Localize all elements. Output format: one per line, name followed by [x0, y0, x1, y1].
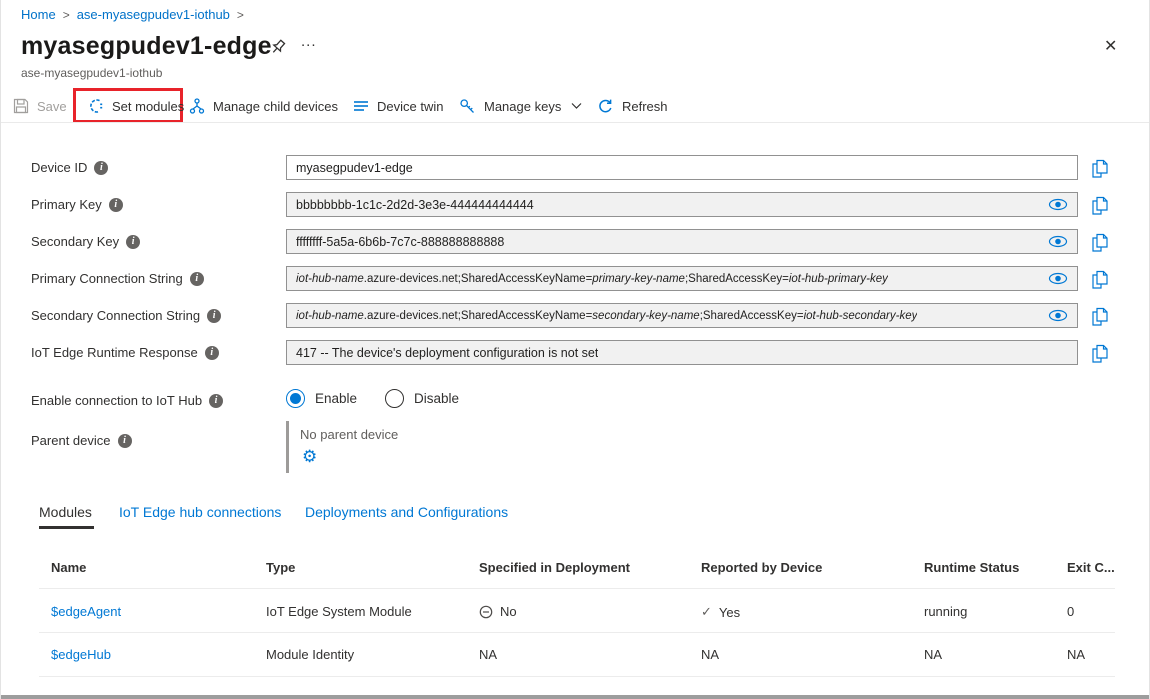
parent-device-label: Parent device — [31, 428, 132, 453]
col-header-specified-in-deployment: Specified in Deployment — [479, 560, 630, 575]
copy-icon[interactable] — [1091, 233, 1109, 253]
eye-icon[interactable] — [1048, 272, 1068, 285]
window-bottom-edge — [1, 695, 1150, 699]
key-icon — [459, 98, 476, 115]
primary-connection-string-label: Primary Connection String — [31, 266, 204, 291]
primary-connection-string-input[interactable]: iot-hub-name.azure-devices.net;SharedAcc… — [286, 266, 1078, 291]
eye-icon[interactable] — [1048, 309, 1068, 322]
device-twin-button[interactable]: Device twin — [353, 90, 443, 122]
more-menu-button[interactable]: ... — [301, 33, 317, 50]
set-modules-label: Set modules — [112, 99, 184, 114]
copy-icon[interactable] — [1091, 307, 1109, 327]
breadcrumb: Home > ase-myasegpudev1-iothub > — [21, 7, 244, 22]
module-link-edgehub[interactable]: $edgeHub — [51, 647, 111, 662]
refresh-icon — [597, 98, 614, 115]
breadcrumb-iothub-link[interactable]: ase-myasegpudev1-iothub — [77, 7, 230, 22]
set-modules-button[interactable]: Set modules — [87, 90, 184, 122]
info-icon[interactable] — [190, 272, 204, 286]
page-subtitle: ase-myasegpudev1-iothub — [21, 66, 162, 80]
hierarchy-icon — [189, 98, 205, 114]
iot-edge-icon — [87, 98, 104, 114]
enable-connection-radio-group: Enable Disable — [286, 389, 477, 408]
save-label: Save — [37, 99, 67, 114]
info-icon[interactable] — [205, 346, 219, 360]
info-icon[interactable] — [94, 161, 108, 175]
manage-keys-button[interactable]: Manage keys — [459, 90, 582, 122]
checkmark-icon: ✓ — [701, 604, 712, 620]
device-detail-page: Home > ase-myasegpudev1-iothub > myasegp… — [0, 0, 1150, 699]
info-icon[interactable] — [126, 235, 140, 249]
info-icon[interactable] — [207, 309, 221, 323]
copy-icon[interactable] — [1091, 344, 1109, 364]
enable-radio[interactable] — [286, 389, 305, 408]
device-id-label: Device ID — [31, 155, 108, 180]
parent-device-bar — [286, 421, 289, 473]
module-link-edgeagent[interactable]: $edgeAgent — [51, 604, 121, 619]
active-tab-underline — [39, 526, 94, 529]
disable-radio-label: Disable — [414, 391, 459, 406]
breadcrumb-separator: > — [63, 8, 70, 22]
col-header-type: Type — [266, 560, 295, 575]
refresh-label: Refresh — [622, 99, 668, 114]
iot-edge-runtime-response-label: IoT Edge Runtime Response — [31, 340, 219, 365]
table-divider — [39, 588, 1115, 589]
chevron-down-icon — [571, 102, 582, 110]
device-twin-label: Device twin — [377, 99, 443, 114]
disable-radio[interactable] — [385, 389, 404, 408]
toolbar-divider — [1, 122, 1150, 123]
enable-radio-label: Enable — [315, 391, 357, 406]
iot-edge-runtime-response-input[interactable]: 417 -- The device's deployment configura… — [286, 340, 1078, 365]
table-divider — [39, 632, 1115, 633]
gear-icon[interactable]: ⚙ — [302, 448, 317, 465]
breadcrumb-separator: > — [237, 8, 244, 22]
primary-key-label: Primary Key — [31, 192, 123, 217]
enable-connection-label: Enable connection to IoT Hub — [31, 388, 223, 413]
copy-icon[interactable] — [1091, 159, 1109, 179]
close-icon[interactable]: ✕ — [1104, 36, 1117, 56]
device-id-input[interactable]: myasegpudev1-edge — [286, 155, 1078, 180]
col-header-runtime-status: Runtime Status — [924, 560, 1019, 575]
tab-modules[interactable]: Modules — [39, 504, 92, 520]
col-header-name: Name — [51, 560, 86, 575]
primary-key-input[interactable]: bbbbbbbb-1c1c-2d2d-3e3e-444444444444 — [286, 192, 1078, 217]
pin-icon[interactable] — [269, 38, 289, 58]
tab-deployments-and-configurations[interactable]: Deployments and Configurations — [305, 504, 508, 520]
manage-keys-label: Manage keys — [484, 99, 561, 114]
secondary-key-label: Secondary Key — [31, 229, 140, 254]
eye-icon[interactable] — [1048, 235, 1068, 248]
manage-child-devices-button[interactable]: Manage child devices — [189, 90, 338, 122]
list-icon — [353, 99, 369, 113]
table-divider — [39, 676, 1115, 677]
secondary-key-input[interactable]: ffffffff-5a5a-6b6b-7c7c-888888888888 — [286, 229, 1078, 254]
manage-child-devices-label: Manage child devices — [213, 99, 338, 114]
secondary-connection-string-label: Secondary Connection String — [31, 303, 221, 328]
breadcrumb-home-link[interactable]: Home — [21, 7, 56, 22]
circle-minus-icon — [479, 605, 493, 619]
save-icon — [13, 98, 29, 114]
col-header-reported-by-device: Reported by Device — [701, 560, 822, 575]
page-title: myasegpudev1-edge — [21, 32, 272, 61]
copy-icon[interactable] — [1091, 270, 1109, 290]
save-button[interactable]: Save — [13, 90, 67, 122]
copy-icon[interactable] — [1091, 196, 1109, 216]
info-icon[interactable] — [109, 198, 123, 212]
col-header-exit-code: Exit C... — [1067, 560, 1115, 575]
refresh-button[interactable]: Refresh — [597, 90, 668, 122]
info-icon[interactable] — [118, 434, 132, 448]
tab-iot-edge-hub-connections[interactable]: IoT Edge hub connections — [119, 504, 281, 520]
parent-device-value: No parent device — [300, 427, 398, 442]
secondary-connection-string-input[interactable]: iot-hub-name.azure-devices.net;SharedAcc… — [286, 303, 1078, 328]
eye-icon[interactable] — [1048, 198, 1068, 211]
info-icon[interactable] — [209, 394, 223, 408]
